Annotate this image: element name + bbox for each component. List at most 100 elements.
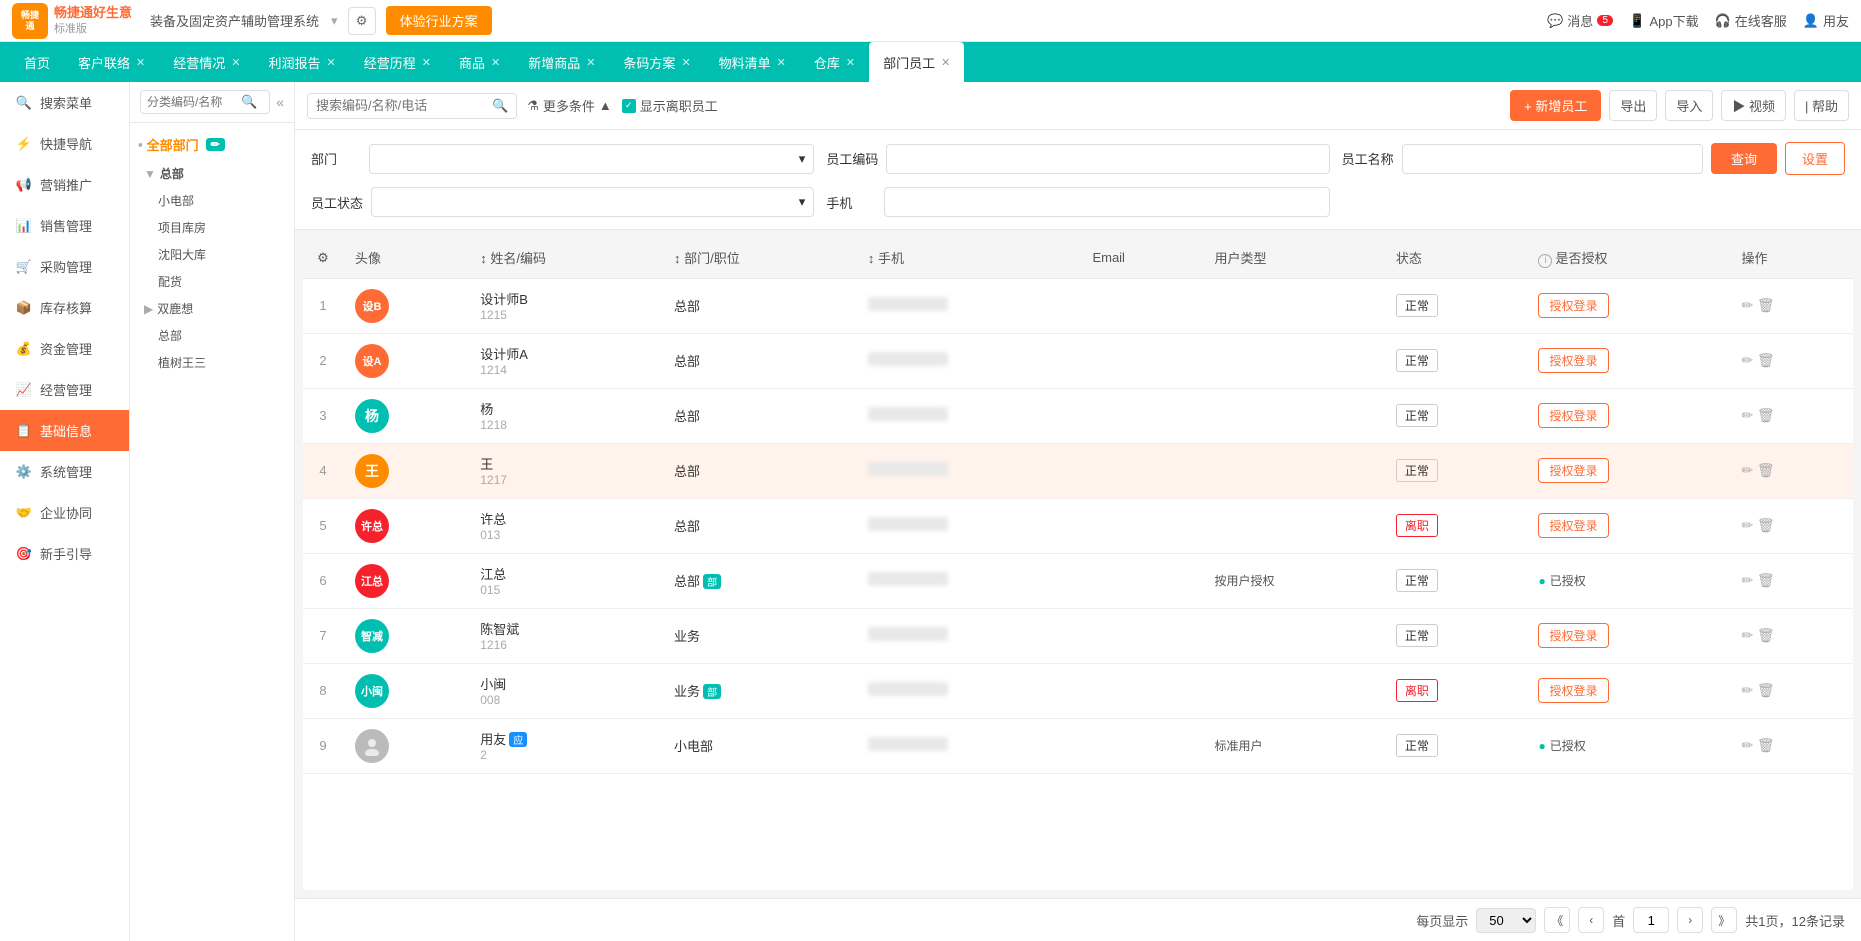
status-filter-select[interactable]: ▾ — [371, 187, 814, 217]
dept-item-shenyang[interactable]: 沈阳大库 — [130, 241, 294, 268]
close-icon[interactable]: ✕ — [491, 56, 500, 69]
all-dept-header[interactable]: ▪ 全部部门 ✏ — [130, 129, 294, 160]
show-resigned-toggle[interactable]: ✓ 显示离职员工 — [622, 96, 718, 115]
tab-profit[interactable]: 利润报告✕ — [254, 42, 349, 82]
sidebar-item-inventory[interactable]: 📦 库存核算 — [0, 287, 129, 328]
sidebar-item-operation[interactable]: 📈 经营管理 — [0, 369, 129, 410]
next-page-button[interactable]: › — [1677, 907, 1703, 933]
close-icon[interactable]: ✕ — [777, 56, 786, 69]
tab-new-goods[interactable]: 新增商品✕ — [514, 42, 609, 82]
add-employee-button[interactable]: + 新增员工 — [1510, 90, 1601, 121]
close-icon[interactable]: ✕ — [136, 56, 145, 69]
name-filter-input[interactable] — [1402, 144, 1703, 174]
auth-login-button[interactable]: 授权登录 — [1538, 293, 1608, 318]
delete-button[interactable]: 🗑 — [1757, 737, 1775, 753]
sidebar-item-search[interactable]: 🔍 搜索菜单 — [0, 82, 129, 123]
col-name-code[interactable]: ↕ 姓名/编码 — [468, 238, 662, 278]
close-icon[interactable]: ✕ — [846, 56, 855, 69]
user-button[interactable]: 👤 用友 — [1803, 11, 1849, 30]
page-number-input[interactable] — [1633, 907, 1669, 933]
edit-button[interactable]: ✏ — [1742, 572, 1754, 588]
view-button[interactable]: ▶ 视频 — [1721, 90, 1786, 121]
chevron-down-icon[interactable]: ▾ — [331, 13, 338, 29]
close-icon[interactable]: ✕ — [327, 56, 336, 69]
edit-button[interactable]: ✏ — [1742, 737, 1754, 753]
tab-employees[interactable]: 部门员工✕ — [869, 42, 964, 82]
delete-button[interactable]: 🗑 — [1757, 627, 1775, 643]
first-page-button[interactable]: 《 — [1544, 907, 1570, 933]
dept-search-input[interactable] — [147, 95, 237, 109]
last-page-button[interactable]: 》 — [1711, 907, 1737, 933]
phone-filter-input[interactable] — [884, 187, 1329, 217]
sidebar-item-guide[interactable]: 🎯 新手引导 — [0, 533, 129, 574]
delete-button[interactable]: 🗑 — [1757, 407, 1775, 423]
edit-button[interactable]: ✏ — [1742, 352, 1754, 368]
auth-login-button[interactable]: 授权登录 — [1538, 513, 1608, 538]
delete-button[interactable]: 🗑 — [1757, 352, 1775, 368]
tab-home[interactable]: 首页 — [10, 42, 64, 82]
message-button[interactable]: 💬 消息 5 — [1547, 11, 1613, 30]
tab-customer[interactable]: 客户联络✕ — [64, 42, 159, 82]
code-filter-input[interactable] — [886, 144, 1329, 174]
tab-process[interactable]: 经营历程✕ — [350, 42, 445, 82]
edit-button[interactable]: ✏ — [1742, 517, 1754, 533]
col-setting[interactable]: ⚙ — [303, 238, 343, 278]
sidebar-item-purchase[interactable]: 🛒 采购管理 — [0, 246, 129, 287]
trial-button[interactable]: 体验行业方案 — [386, 6, 492, 35]
per-page-select[interactable]: 50 20 100 — [1476, 908, 1536, 933]
edit-button[interactable]: ✏ — [1742, 297, 1754, 313]
set-button[interactable]: 设置 — [1785, 142, 1845, 175]
close-icon[interactable]: ✕ — [231, 56, 240, 69]
sidebar-item-quicknav[interactable]: ⚡ 快捷导航 — [0, 123, 129, 164]
edit-button[interactable]: ✏ — [1742, 627, 1754, 643]
close-icon[interactable]: ✕ — [681, 56, 690, 69]
dept-item-project[interactable]: 项目库房 — [130, 214, 294, 241]
delete-button[interactable]: 🗑 — [1757, 297, 1775, 313]
gear-button[interactable]: ⚙ — [348, 7, 376, 35]
more-filter-button[interactable]: ⚗ 更多条件 ▲ — [527, 96, 612, 115]
sidebar-item-basic-info[interactable]: 📋 基础信息 — [0, 410, 129, 451]
edit-icon[interactable]: ✏ — [206, 138, 225, 151]
help-button[interactable]: | 帮助 — [1794, 90, 1849, 121]
dept-item-zhishu[interactable]: 植树王三 — [130, 349, 294, 376]
import-button[interactable]: 导入 — [1665, 90, 1713, 121]
info-icon[interactable]: i — [1538, 254, 1552, 268]
dept-item-xiaodian[interactable]: 小电部 — [130, 187, 294, 214]
tab-warehouse[interactable]: 仓库✕ — [800, 42, 869, 82]
sidebar-item-marketing[interactable]: 📢 营销推广 — [0, 164, 129, 205]
dept-item-headquarters[interactable]: 总部 — [130, 322, 294, 349]
sidebar-item-finance[interactable]: 💰 资金管理 — [0, 328, 129, 369]
edit-button[interactable]: ✏ — [1742, 462, 1754, 478]
prev-page-button[interactable]: ‹ — [1578, 907, 1604, 933]
delete-button[interactable]: 🗑 — [1757, 682, 1775, 698]
sidebar-item-sales[interactable]: 📊 销售管理 — [0, 205, 129, 246]
auth-login-button[interactable]: 授权登录 — [1538, 403, 1608, 428]
col-dept-position[interactable]: ↕ 部门/职位 — [662, 238, 856, 278]
search-input[interactable] — [316, 98, 486, 113]
search-button[interactable]: 查询 — [1711, 143, 1777, 174]
delete-button[interactable]: 🗑 — [1757, 517, 1775, 533]
delete-button[interactable]: 🗑 — [1757, 462, 1775, 478]
close-icon[interactable]: ✕ — [586, 56, 595, 69]
support-button[interactable]: 🎧 在线客服 — [1715, 11, 1787, 30]
sidebar-item-enterprise[interactable]: 🤝 企业协同 — [0, 492, 129, 533]
delete-button[interactable]: 🗑 — [1757, 572, 1775, 588]
close-icon[interactable]: ✕ — [422, 56, 431, 69]
dept-item-shuanglu[interactable]: ▶双鹿想 — [130, 295, 294, 322]
tab-bom[interactable]: 物料清单✕ — [705, 42, 800, 82]
export-button[interactable]: 导出 — [1609, 90, 1657, 121]
tab-barcode[interactable]: 条码方案✕ — [609, 42, 704, 82]
dept-item-general[interactable]: ▼总部 — [130, 160, 294, 187]
auth-login-button[interactable]: 授权登录 — [1538, 623, 1608, 648]
edit-button[interactable]: ✏ — [1742, 407, 1754, 423]
auth-login-button[interactable]: 授权登录 — [1538, 678, 1608, 703]
col-phone[interactable]: ↕ 手机 — [856, 238, 1081, 278]
dept-item-distribution[interactable]: 配货 — [130, 268, 294, 295]
tab-operation[interactable]: 经营情况✕ — [159, 42, 254, 82]
edit-button[interactable]: ✏ — [1742, 682, 1754, 698]
app-download-button[interactable]: 📱 App下载 — [1629, 11, 1698, 30]
sidebar-item-system[interactable]: ⚙️ 系统管理 — [0, 451, 129, 492]
close-icon[interactable]: ✕ — [941, 56, 950, 69]
dept-filter-select[interactable]: ▾ — [369, 144, 814, 174]
tab-goods[interactable]: 商品✕ — [445, 42, 514, 82]
